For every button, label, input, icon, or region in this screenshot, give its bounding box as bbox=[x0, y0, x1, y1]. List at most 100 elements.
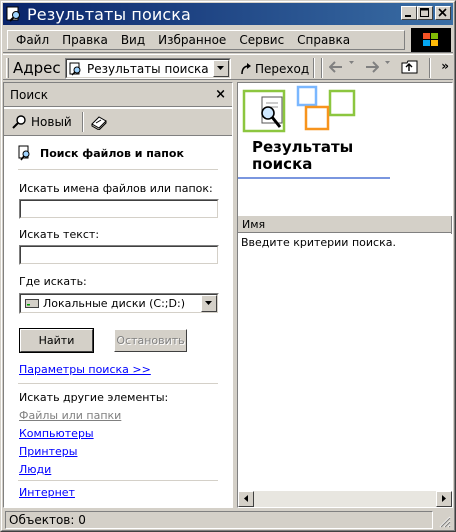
status-object-count: Объектов: 0 bbox=[5, 511, 433, 529]
menu-file[interactable]: Файл bbox=[16, 33, 49, 47]
search-form-heading: Поиск файлов и папок bbox=[18, 145, 184, 161]
up-folder-button[interactable] bbox=[401, 59, 419, 75]
text-search-label: Искать текст: bbox=[19, 228, 100, 241]
menu-row: Файл Правка Вид Избранное Сервис Справка bbox=[7, 30, 405, 50]
search-page-icon bbox=[69, 62, 81, 76]
location-select[interactable]: Локальные диски (C:;D:) bbox=[19, 293, 219, 314]
chevron-left-icon bbox=[243, 495, 248, 502]
menu-tools[interactable]: Сервис bbox=[239, 33, 284, 47]
chevron-down-icon bbox=[217, 66, 224, 70]
menu-favorites[interactable]: Избранное bbox=[158, 33, 226, 47]
menu-edit[interactable]: Правка bbox=[62, 33, 108, 47]
search-form: Поиск файлов и папок Искать имена файлов… bbox=[4, 137, 232, 507]
results-title-underline bbox=[238, 177, 390, 179]
status-bar: Объектов: 0 bbox=[3, 510, 453, 530]
help-button[interactable] bbox=[90, 114, 108, 133]
maximize-button[interactable] bbox=[417, 6, 433, 20]
close-icon bbox=[438, 8, 447, 17]
chevron-right-icon bbox=[441, 495, 446, 502]
address-value[interactable]: Результаты поиска bbox=[87, 62, 209, 76]
text-search-input[interactable] bbox=[19, 245, 219, 265]
name-column-label: Имя bbox=[242, 218, 266, 231]
chevron-down-icon bbox=[205, 301, 212, 305]
toolbar-grip[interactable] bbox=[6, 58, 9, 78]
search-pane-title: Поиск bbox=[10, 88, 49, 102]
chevron-down-icon bbox=[385, 61, 390, 64]
back-icon bbox=[329, 61, 342, 73]
title-bar[interactable]: Результаты поиска bbox=[3, 3, 453, 25]
other-link-people[interactable]: Люди bbox=[19, 463, 51, 476]
minimize-button[interactable] bbox=[401, 6, 417, 20]
stop-button[interactable]: Остановить bbox=[114, 329, 187, 352]
search-results-window: Результаты поиска Файл Правка Вид Избран… bbox=[0, 0, 456, 532]
close-button[interactable] bbox=[435, 6, 451, 20]
file-name-label: Искать имена файлов или папок: bbox=[19, 182, 213, 195]
scroll-right-button[interactable] bbox=[436, 491, 452, 507]
menu-help[interactable]: Справка bbox=[297, 33, 350, 47]
other-items-label: Искать другие элементы: bbox=[19, 391, 169, 404]
go-button[interactable]: Переход bbox=[239, 59, 309, 79]
toolbar-chevron-button[interactable]: » bbox=[441, 59, 449, 73]
up-folder-icon bbox=[401, 60, 418, 74]
search-pane-header: Поиск × bbox=[4, 83, 232, 107]
other-link-files[interactable]: Файлы или папки bbox=[19, 409, 121, 422]
window-title: Результаты поиска bbox=[27, 4, 191, 24]
internet-link[interactable]: Интернет bbox=[19, 486, 75, 499]
location-select-frame: Локальные диски (C:;D:) bbox=[20, 294, 218, 313]
address-label: Адрес bbox=[13, 59, 61, 77]
search-pane: Поиск × Новый Поиск файлов и папок Искат… bbox=[3, 82, 233, 508]
toolbar-separator bbox=[313, 58, 315, 78]
forward-icon bbox=[366, 61, 379, 73]
divider bbox=[18, 169, 218, 170]
search-banner-icon bbox=[242, 85, 356, 133]
results-pane: Результаты поиска Имя Введите критерии п… bbox=[237, 82, 453, 508]
address-combo[interactable]: Результаты поиска bbox=[65, 58, 231, 79]
forward-dropdown[interactable] bbox=[385, 61, 391, 65]
local-disk-icon bbox=[25, 299, 39, 308]
help-book-icon bbox=[91, 116, 107, 131]
new-search-icon bbox=[12, 115, 26, 129]
back-button[interactable] bbox=[329, 61, 343, 73]
new-search-button[interactable]: Новый bbox=[12, 114, 72, 130]
search-form-title: Поиск файлов и папок bbox=[40, 146, 184, 160]
file-name-input[interactable] bbox=[19, 199, 219, 219]
windows-logo bbox=[411, 28, 451, 52]
search-options-link[interactable]: Параметры поиска >> bbox=[19, 363, 151, 376]
resize-grip-icon[interactable] bbox=[438, 515, 451, 528]
address-dropdown-button[interactable] bbox=[213, 60, 229, 77]
divider bbox=[18, 480, 218, 481]
find-button[interactable]: Найти bbox=[19, 328, 94, 353]
toolbar-separator bbox=[321, 58, 323, 78]
location-value: Локальные диски (C:;D:) bbox=[43, 297, 185, 310]
file-name-value bbox=[20, 200, 218, 218]
toolbar-separator bbox=[429, 58, 431, 78]
maximize-icon bbox=[420, 8, 429, 17]
windows-logo-icon bbox=[423, 33, 438, 46]
find-files-icon bbox=[18, 145, 30, 161]
menu-view[interactable]: Вид bbox=[121, 33, 145, 47]
results-title-line2: поиска bbox=[252, 155, 313, 173]
go-label: Переход bbox=[255, 62, 310, 76]
column-divider bbox=[238, 216, 452, 234]
location-dropdown-button[interactable] bbox=[201, 295, 217, 312]
toolbar-separator bbox=[82, 112, 84, 132]
divider bbox=[18, 383, 218, 384]
other-link-printers[interactable]: Принтеры bbox=[19, 445, 77, 458]
horizontal-scrollbar[interactable] bbox=[238, 491, 452, 507]
results-title: Результаты поиска bbox=[252, 139, 353, 173]
back-dropdown[interactable] bbox=[349, 61, 355, 65]
minimize-icon bbox=[405, 15, 411, 17]
search-window-icon bbox=[6, 6, 20, 22]
location-label: Где искать: bbox=[19, 275, 87, 288]
results-message: Введите критерии поиска. bbox=[241, 236, 396, 249]
new-search-label: Новый bbox=[31, 115, 72, 129]
scroll-left-button[interactable] bbox=[238, 491, 254, 507]
go-arrow-icon bbox=[241, 63, 251, 75]
name-column-header[interactable]: Имя bbox=[238, 215, 452, 234]
chevron-down-icon bbox=[349, 61, 354, 64]
search-pane-close-button[interactable]: × bbox=[215, 87, 226, 102]
other-link-computers[interactable]: Компьютеры bbox=[19, 427, 94, 440]
window-controls bbox=[401, 6, 451, 20]
forward-button[interactable] bbox=[365, 61, 379, 73]
results-title-line1: Результаты bbox=[252, 138, 354, 156]
